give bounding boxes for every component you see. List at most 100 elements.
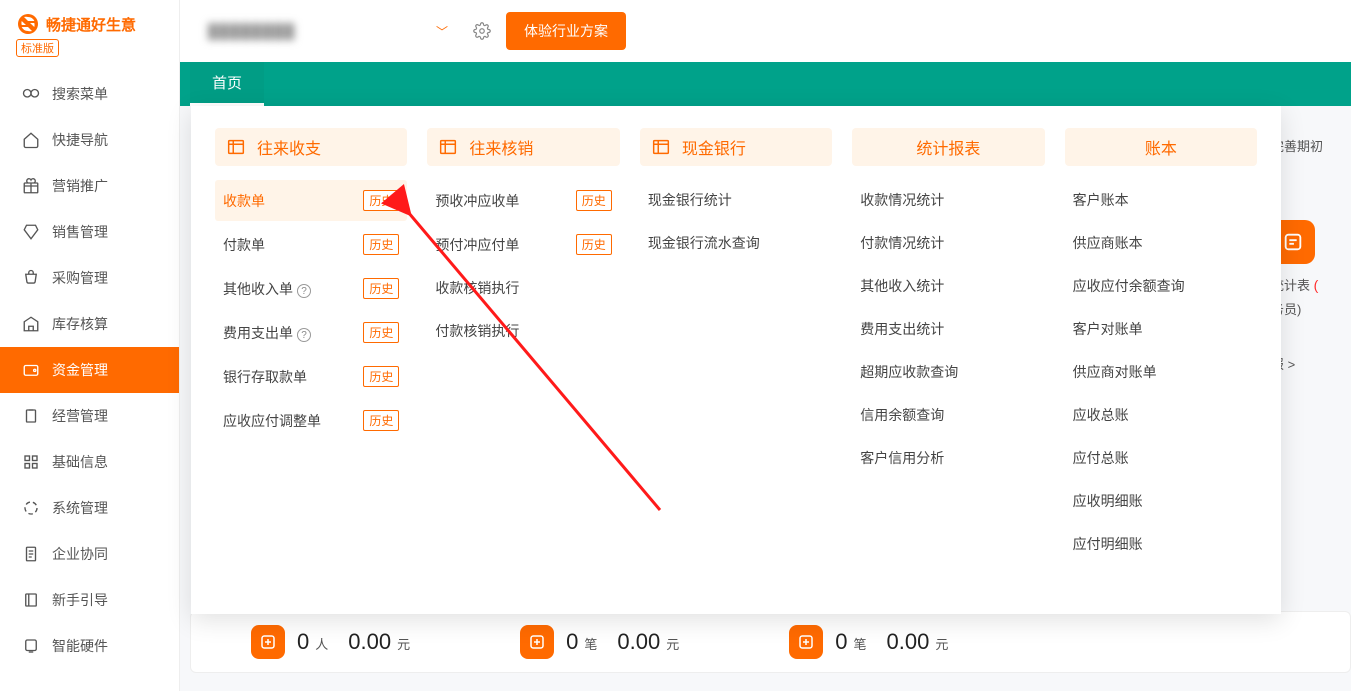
mega-item-label: 供应商账本: [1073, 233, 1143, 253]
mega-item-label: 预收冲应收单: [435, 191, 519, 211]
mega-item[interactable]: 收款核销执行: [427, 268, 619, 308]
mega-item[interactable]: 付款情况统计: [852, 223, 1044, 263]
help-icon[interactable]: ?: [297, 328, 311, 342]
brand-block: 畅捷通好生意 标准版: [0, 0, 179, 65]
mega-item[interactable]: 收款情况统计: [852, 180, 1044, 220]
sidebar-item-9[interactable]: 系统管理: [0, 485, 179, 531]
mega-item-label: 预付冲应付单: [435, 235, 519, 255]
mega-item-label: 付款情况统计: [860, 233, 944, 253]
mega-item[interactable]: 预收冲应收单 历史: [427, 180, 619, 221]
tab-label: 首页: [212, 72, 242, 93]
search-icon: [22, 85, 40, 103]
chevron-down-icon: ﹀: [436, 23, 448, 40]
sidebar-item-label: 采购管理: [52, 268, 108, 288]
sidebar-item-6[interactable]: 资金管理: [0, 347, 179, 393]
cart-icon: [22, 269, 40, 287]
mega-col-3: 统计报表收款情况统计付款情况统计其他收入统计费用支出统计超期应收款查询信用余额查…: [852, 128, 1044, 592]
tab-home[interactable]: 首页: [190, 62, 264, 106]
mega-menu: 往来收支收款单历史付款单历史其他收入单?历史费用支出单?历史银行存取款单历史应收…: [191, 106, 1281, 614]
mega-col-0: 往来收支收款单历史付款单历史其他收入单?历史费用支出单?历史银行存取款单历史应收…: [215, 128, 407, 592]
sidebar-item-3[interactable]: 销售管理: [0, 209, 179, 255]
mega-item[interactable]: 应付总账: [1065, 438, 1257, 478]
sidebar-item-4[interactable]: 采购管理: [0, 255, 179, 301]
stat-2: 0笔0.00元: [789, 625, 948, 659]
mega-item[interactable]: 现金银行流水查询: [640, 223, 832, 263]
mega-item[interactable]: 供应商账本: [1065, 223, 1257, 263]
right-panel-peek: 完善期初 统计表 ( 务员) 报 >: [1271, 135, 1351, 378]
sidebar-item-label: 搜索菜单: [52, 84, 108, 104]
mega-item-label: 客户信用分析: [860, 448, 944, 468]
mega-col-header: 统计报表: [852, 128, 1044, 166]
mega-item-label: 应收明细账: [1073, 491, 1143, 511]
mega-item[interactable]: 现金银行统计: [640, 180, 832, 220]
mega-item[interactable]: 收款单历史: [215, 180, 407, 221]
mega-col-header: 往来核销: [427, 128, 619, 166]
history-button[interactable]: 历史: [363, 366, 399, 387]
mega-item[interactable]: 信用余额查询: [852, 395, 1044, 435]
tab-bar: 首页: [180, 62, 1351, 106]
sidebar-item-12[interactable]: 智能硬件: [0, 623, 179, 669]
diamond-icon: [22, 223, 40, 241]
sidebar-item-7[interactable]: 经营管理: [0, 393, 179, 439]
section-icon: [437, 136, 459, 158]
history-button[interactable]: 历史: [363, 234, 399, 255]
warehouse-icon: [22, 315, 40, 333]
history-button[interactable]: 历史: [363, 410, 399, 431]
history-button[interactable]: 历史: [363, 322, 399, 343]
sidebar-item-5[interactable]: 库存核算: [0, 301, 179, 347]
mega-item[interactable]: 应付明细账: [1065, 524, 1257, 564]
mega-item[interactable]: 其他收入单? 历史: [215, 268, 407, 309]
mega-item[interactable]: 其他收入统计: [852, 266, 1044, 306]
sidebar-item-label: 快捷导航: [52, 130, 108, 150]
mega-item[interactable]: 客户账本: [1065, 180, 1257, 220]
sidebar-item-label: 系统管理: [52, 498, 108, 518]
mega-item-label: 应付总账: [1073, 448, 1129, 468]
sidebar-item-label: 智能硬件: [52, 636, 108, 656]
sidebar-item-0[interactable]: 搜索菜单: [0, 71, 179, 117]
sidebar-item-2[interactable]: 营销推广: [0, 163, 179, 209]
gear-icon[interactable]: [468, 17, 496, 45]
mega-item[interactable]: 付款核销执行: [427, 311, 619, 351]
org-dropdown[interactable]: ████████ ﹀: [198, 17, 458, 46]
mega-item[interactable]: 客户对账单: [1065, 309, 1257, 349]
mega-item-label: 其他收入统计: [860, 276, 944, 296]
sidebar-nav: 搜索菜单快捷导航营销推广销售管理采购管理库存核算资金管理经营管理基础信息系统管理…: [0, 65, 179, 669]
mega-item-label: 收款情况统计: [860, 190, 944, 210]
history-button[interactable]: 历史: [576, 234, 612, 255]
mega-item[interactable]: 客户信用分析: [852, 438, 1044, 478]
help-icon[interactable]: ?: [297, 284, 311, 298]
brand-logo-icon: [16, 12, 40, 36]
mega-item[interactable]: 应收应付余额查询: [1065, 266, 1257, 306]
sidebar-item-11[interactable]: 新手引导: [0, 577, 179, 623]
history-button[interactable]: 历史: [363, 278, 399, 299]
mega-item[interactable]: 应收应付调整单历史: [215, 400, 407, 441]
mega-item[interactable]: 费用支出单?历史: [215, 312, 407, 353]
sidebar-item-10[interactable]: 企业协同: [0, 531, 179, 577]
mega-item[interactable]: 超期应收款查询: [852, 352, 1044, 392]
mega-item[interactable]: 应收明细账: [1065, 481, 1257, 521]
mega-item[interactable]: 预付冲应付单 历史: [427, 224, 619, 265]
experience-plan-button[interactable]: 体验行业方案: [506, 12, 626, 50]
mega-item[interactable]: 费用支出统计: [852, 309, 1044, 349]
mega-item-label: 客户账本: [1073, 190, 1129, 210]
main-area: ████████ ﹀ 体验行业方案 首页 完善期初 统计表 ( 务员): [180, 0, 1351, 691]
history-button[interactable]: 历史: [363, 190, 399, 211]
device-icon: [22, 637, 40, 655]
mega-item[interactable]: 付款单 历史: [215, 224, 407, 265]
stat-1: 0笔0.00元: [520, 625, 679, 659]
sidebar-item-8[interactable]: 基础信息: [0, 439, 179, 485]
mega-item[interactable]: 银行存取款单历史: [215, 356, 407, 397]
grid-icon: [22, 453, 40, 471]
gift-icon: [22, 177, 40, 195]
mega-item-label: 供应商对账单: [1073, 362, 1157, 382]
mega-item[interactable]: 应收总账: [1065, 395, 1257, 435]
mega-item-label: 其他收入单?: [223, 279, 311, 299]
mega-item-label: 付款单: [223, 235, 265, 255]
stats-strip: 0人0.00元0笔0.00元0笔0.00元: [190, 611, 1351, 673]
mega-col-header: 往来收支: [215, 128, 407, 166]
mega-item[interactable]: 供应商对账单: [1065, 352, 1257, 392]
mega-item-label: 现金银行统计: [648, 190, 732, 210]
history-button[interactable]: 历史: [576, 190, 612, 211]
sidebar-item-1[interactable]: 快捷导航: [0, 117, 179, 163]
stat-icon: [251, 625, 285, 659]
